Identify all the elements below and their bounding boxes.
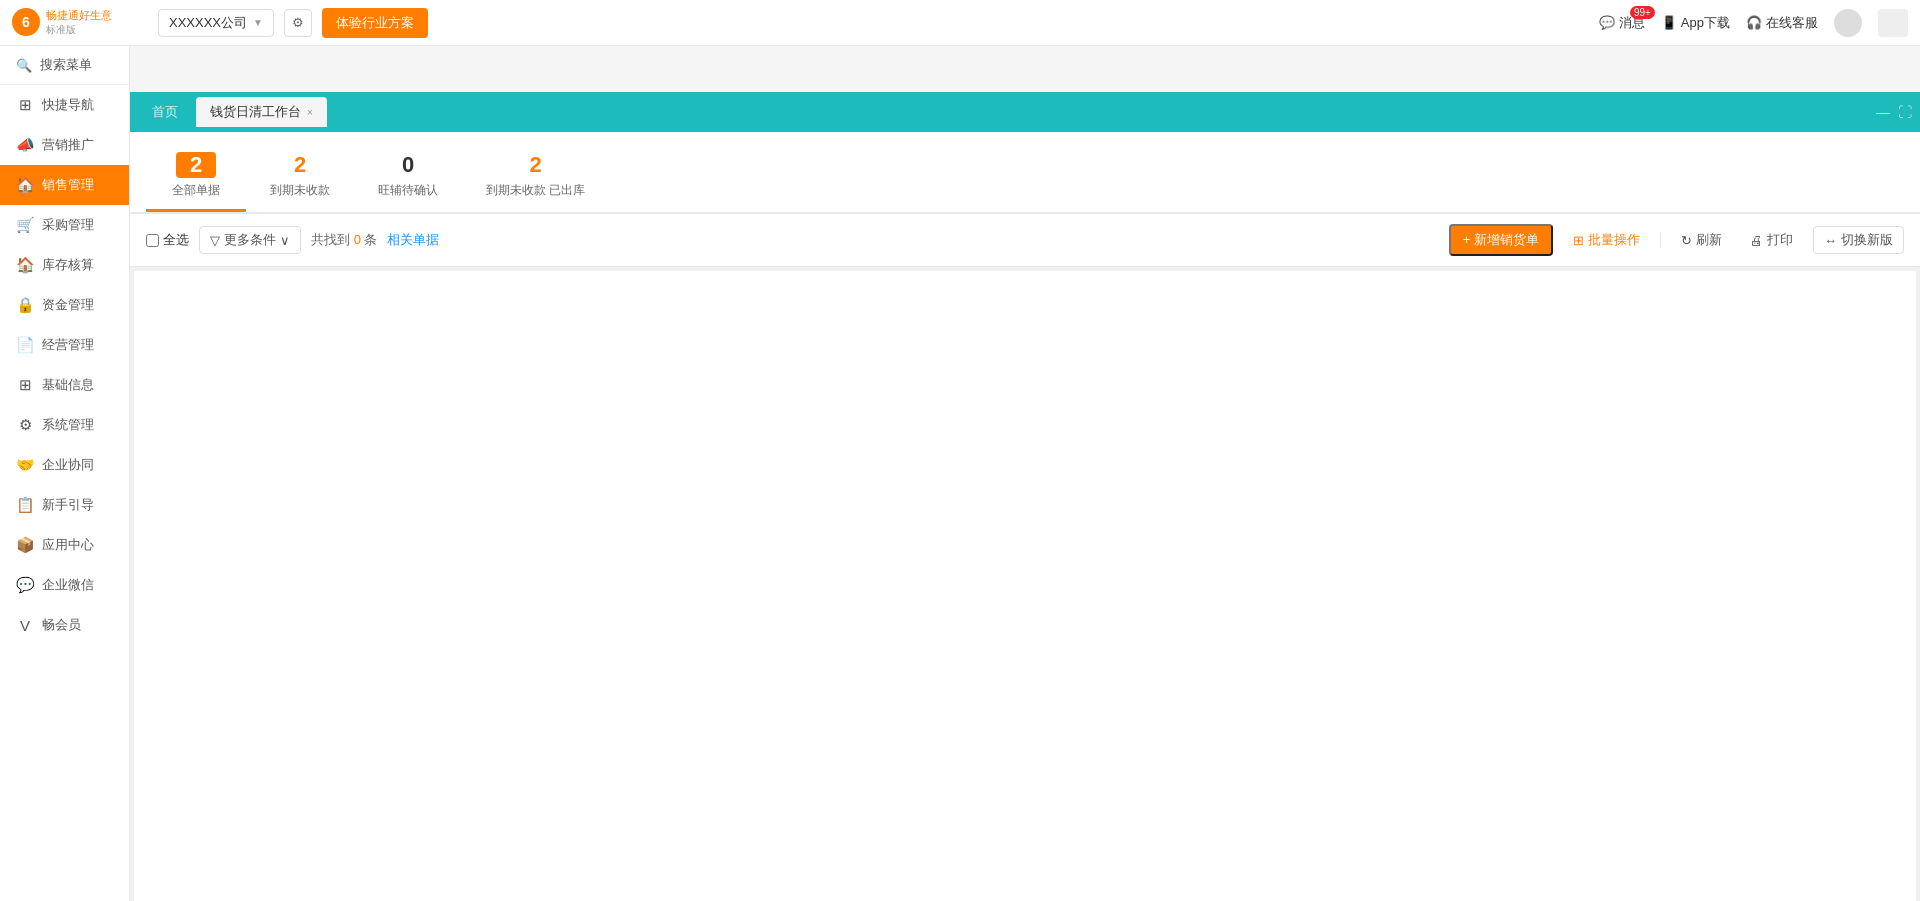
new-sales-order-button[interactable]: + 新增销货单 xyxy=(1449,224,1553,256)
guide-icon: 📋 xyxy=(16,496,34,514)
gear-icon: ⚙ xyxy=(292,15,304,30)
sidebar-item-inventory[interactable]: 🏠 库存核算 xyxy=(0,245,129,285)
corp-wx-icon: 💬 xyxy=(16,576,34,594)
found-count: 0 xyxy=(354,232,361,247)
sidebar-item-app-center[interactable]: 📦 应用中心 xyxy=(0,525,129,565)
stat-number-overdue-out: 2 xyxy=(516,152,556,178)
toolbar-left: 全选 ▽ 更多条件 ∨ 共找到 0 条 相关单据 xyxy=(146,226,1439,254)
found-text: 共找到 0 条 xyxy=(311,231,377,249)
print-button[interactable]: 🖨 打印 xyxy=(1742,227,1801,253)
enterprise-icon: 🤝 xyxy=(16,456,34,474)
sidebar-item-capital[interactable]: 🔒 资金管理 xyxy=(0,285,129,325)
tab-active[interactable]: 钱货日清工作台 × xyxy=(196,97,327,127)
refresh-button[interactable]: ↻ 刷新 xyxy=(1673,227,1730,253)
experience-button[interactable]: 体验行业方案 xyxy=(322,8,428,38)
sidebar-item-corp-wx[interactable]: 💬 企业微信 xyxy=(0,565,129,605)
switch-icon: ↔ xyxy=(1824,233,1837,248)
main-content: 首页 钱货日清工作台 × — ⛶ 2 全部单据 2 到期未收款 0 旺辅待确认 xyxy=(130,92,1920,901)
sidebar-item-member[interactable]: V 畅会员 xyxy=(0,605,129,645)
sidebar-item-purchase[interactable]: 🛒 采购管理 xyxy=(0,205,129,245)
capital-icon: 🔒 xyxy=(16,296,34,314)
stat-tab-all[interactable]: 2 全部单据 xyxy=(146,144,246,212)
app-name: 畅捷通好生意 xyxy=(46,8,112,22)
inventory-icon: 🏠 xyxy=(16,256,34,274)
avatar[interactable] xyxy=(1834,9,1862,37)
sidebar-item-operation[interactable]: 📄 经营管理 xyxy=(0,325,129,365)
company-selector[interactable]: XXXXXX公司 ▼ xyxy=(158,9,274,37)
app-version: 标准版 xyxy=(46,23,112,37)
page-area: 2 全部单据 2 到期未收款 0 旺辅待确认 2 到期未收款 已出库 全选 xyxy=(130,132,1920,901)
top-header: 6 畅捷通好生意 标准版 XXXXXX公司 ▼ ⚙ 体验行业方案 💬 消息 99… xyxy=(0,0,1920,46)
tab-active-label: 钱货日清工作台 xyxy=(210,103,301,121)
message-badge: 99+ xyxy=(1630,6,1655,19)
stat-tab-overdue-out[interactable]: 2 到期未收款 已出库 xyxy=(462,144,609,212)
sidebar-item-sales[interactable]: 🏠 销售管理 xyxy=(0,165,129,205)
logo-area: 6 畅捷通好生意 标准版 xyxy=(12,8,142,36)
tab-bar: 首页 钱货日清工作台 × — ⛶ xyxy=(130,92,1920,132)
stat-label-pending: 旺辅待确认 xyxy=(378,182,438,199)
operation-icon: 📄 xyxy=(16,336,34,354)
message-button[interactable]: 💬 消息 99+ xyxy=(1599,14,1645,32)
header-middle: XXXXXX公司 ▼ ⚙ 体验行业方案 xyxy=(142,8,1599,38)
stat-label-all: 全部单据 xyxy=(172,182,220,199)
sidebar-item-guide[interactable]: 📋 新手引导 xyxy=(0,485,129,525)
stat-tab-pending[interactable]: 0 旺辅待确认 xyxy=(354,144,462,212)
toolbar-right: + 新增销货单 ⊞ 批量操作 ↻ 刷新 🖨 打印 ↔ 切换新版 xyxy=(1449,224,1904,256)
stat-number-overdue: 2 xyxy=(280,152,320,178)
tab-close-icon[interactable]: × xyxy=(307,107,313,118)
sales-icon: 🏠 xyxy=(16,176,34,194)
tab-maximize-icon[interactable]: ⛶ xyxy=(1898,104,1912,120)
sidebar-item-quick-nav[interactable]: ⊞ 快捷导航 xyxy=(0,85,129,125)
quick-nav-icon: ⊞ xyxy=(16,96,34,114)
sidebar-item-marketing[interactable]: 📣 营销推广 xyxy=(0,125,129,165)
stat-number-all: 2 xyxy=(176,152,216,178)
toolbar-divider xyxy=(1660,232,1661,248)
logo-icon: 6 xyxy=(12,8,40,36)
online-service-button[interactable]: 🎧 在线客服 xyxy=(1746,14,1818,32)
sidebar-item-enterprise[interactable]: 🤝 企业协同 xyxy=(0,445,129,485)
stats-tabs: 2 全部单据 2 到期未收款 0 旺辅待确认 2 到期未收款 已出库 xyxy=(130,132,1920,214)
search-icon: 🔍 xyxy=(16,58,32,73)
service-icon: 🎧 xyxy=(1746,15,1762,30)
company-name: XXXXXX公司 xyxy=(169,14,247,32)
app-center-icon: 📦 xyxy=(16,536,34,554)
switch-version-button[interactable]: ↔ 切换新版 xyxy=(1813,226,1904,254)
download-icon: 📱 xyxy=(1661,15,1677,30)
stat-label-overdue: 到期未收款 xyxy=(270,182,330,199)
member-icon: V xyxy=(16,617,34,634)
sidebar-item-system[interactable]: ⚙ 系统管理 xyxy=(0,405,129,445)
select-all-input[interactable] xyxy=(146,234,159,247)
table-area xyxy=(134,271,1916,901)
filter-icon: ▽ xyxy=(210,233,220,248)
tab-minimize-icon[interactable]: — xyxy=(1876,104,1890,120)
company-dropdown-icon: ▼ xyxy=(253,17,263,28)
toolbar: 全选 ▽ 更多条件 ∨ 共找到 0 条 相关单据 + 新增销货单 ⊞ 批 xyxy=(130,214,1920,267)
tab-bar-right: — ⛶ xyxy=(1876,104,1912,120)
refresh-icon: ↻ xyxy=(1681,233,1692,248)
basic-info-icon: ⊞ xyxy=(16,376,34,394)
sidebar: 🔍 搜索菜单 ⊞ 快捷导航 📣 营销推广 🏠 销售管理 🛒 采购管理 🏠 库存核… xyxy=(0,46,130,901)
settings-button[interactable]: ⚙ xyxy=(284,9,312,37)
system-icon: ⚙ xyxy=(16,416,34,434)
app-download-button[interactable]: 📱 App下载 xyxy=(1661,14,1730,32)
tab-home[interactable]: 首页 xyxy=(138,97,192,127)
stat-tab-overdue[interactable]: 2 到期未收款 xyxy=(246,144,354,212)
select-all-checkbox[interactable]: 全选 xyxy=(146,231,189,249)
print-icon: 🖨 xyxy=(1750,233,1763,248)
message-icon: 💬 xyxy=(1599,15,1615,30)
select-all-label: 全选 xyxy=(163,231,189,249)
header-right: 💬 消息 99+ 📱 App下载 🎧 在线客服 xyxy=(1599,9,1908,37)
batch-icon: ⊞ xyxy=(1573,233,1584,248)
batch-operation-button[interactable]: ⊞ 批量操作 xyxy=(1565,227,1648,253)
marketing-icon: 📣 xyxy=(16,136,34,154)
stat-number-pending: 0 xyxy=(388,152,428,178)
sidebar-search[interactable]: 🔍 搜索菜单 xyxy=(0,46,129,85)
related-records-button[interactable]: 相关单据 xyxy=(387,231,439,249)
sidebar-item-basic-info[interactable]: ⊞ 基础信息 xyxy=(0,365,129,405)
filter-button[interactable]: ▽ 更多条件 ∨ xyxy=(199,226,301,254)
purchase-icon: 🛒 xyxy=(16,216,34,234)
filter-arrow-icon: ∨ xyxy=(280,233,290,248)
user-menu[interactable] xyxy=(1878,9,1908,37)
stat-label-overdue-out: 到期未收款 已出库 xyxy=(486,182,585,199)
